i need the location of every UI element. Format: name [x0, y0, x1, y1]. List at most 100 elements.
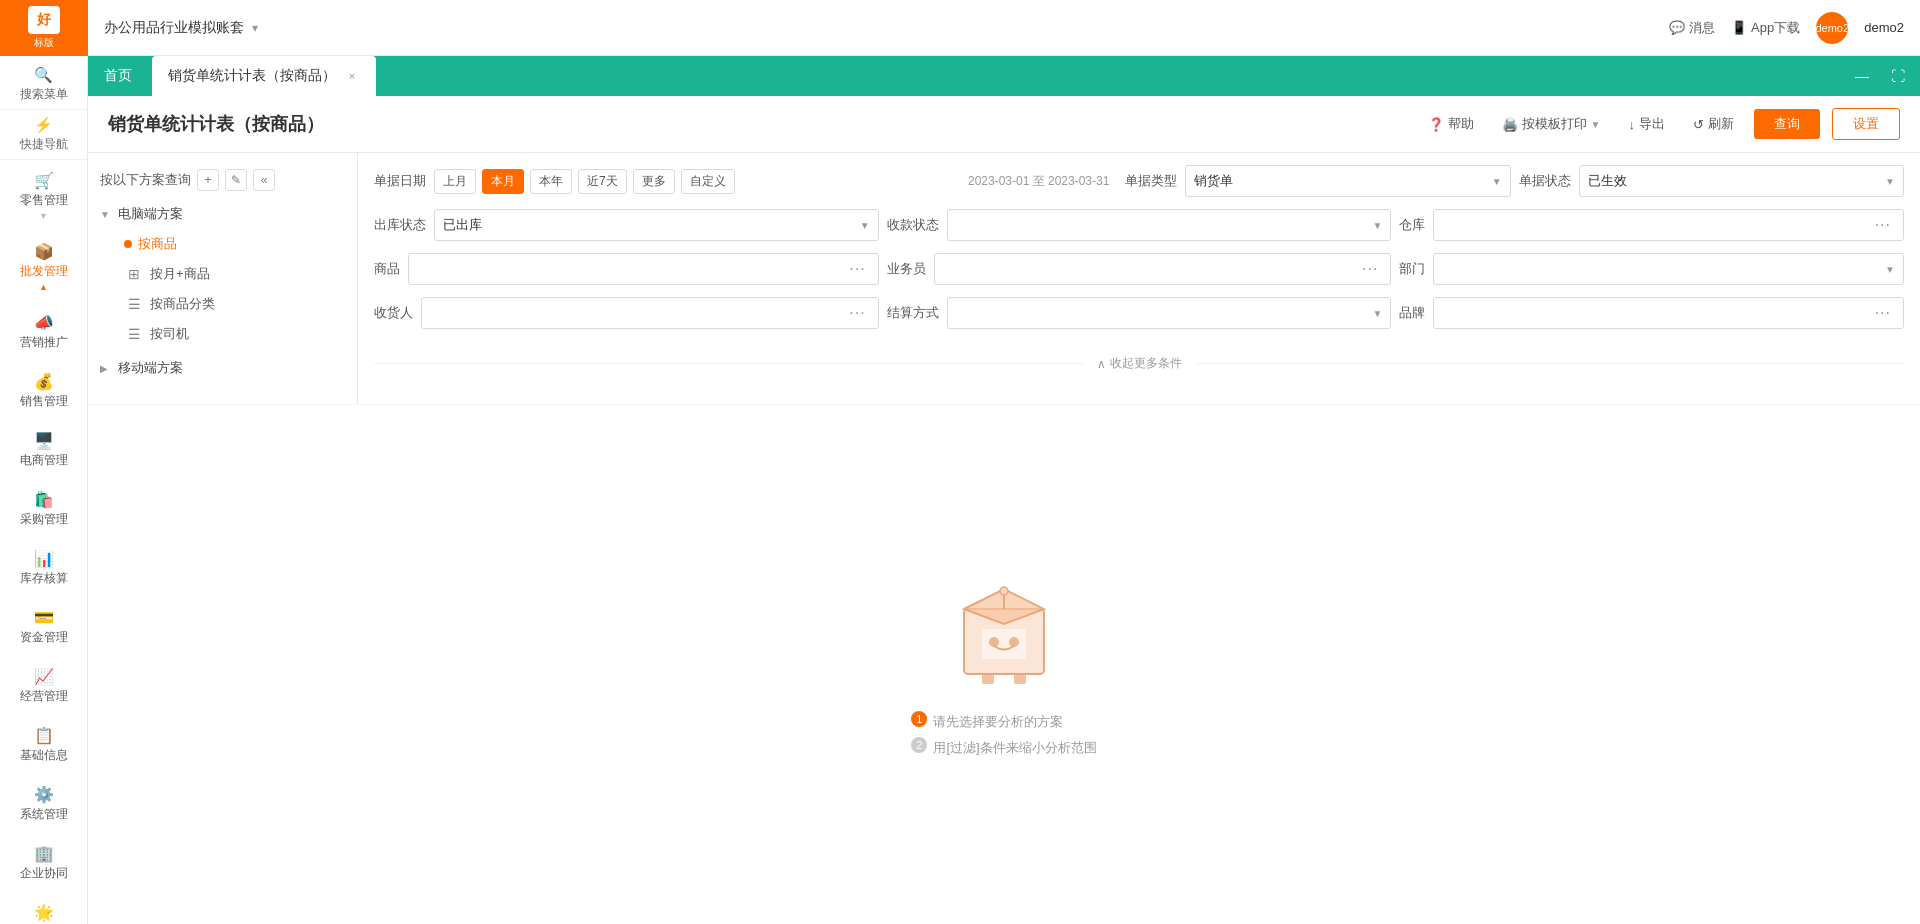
query-button[interactable]: 查询 — [1754, 109, 1820, 139]
filter-field-goods: 商品 ··· — [374, 253, 879, 285]
collapse-filters-button[interactable]: ∧ 收起更多条件 — [1089, 347, 1190, 380]
tree-item-by-goods[interactable]: 按商品 — [104, 229, 357, 259]
tabbar-maximize-button[interactable]: ⛶ — [1884, 62, 1912, 90]
tree-item-by-driver[interactable]: ☰ 按司机 — [104, 319, 357, 349]
date-btn-last-month[interactable]: 上月 — [434, 169, 476, 194]
tree-label-mobile: 移动端方案 — [118, 359, 183, 377]
sidebar-item-ecommerce[interactable]: 🖥️ 电商管理 — [0, 420, 87, 479]
finance-icon: 💳 — [34, 607, 54, 627]
user-avatar[interactable]: demo2 — [1816, 12, 1848, 44]
tree-item-by-month-goods[interactable]: ⊞ 按月+商品 — [104, 259, 357, 289]
receiver-input[interactable] — [430, 306, 845, 321]
sidebar-item-inventory[interactable]: 📊 库存核算 — [0, 538, 87, 597]
sidebar-quicknav[interactable]: ⚡ 快捷导航 — [0, 110, 87, 160]
message-button[interactable]: 💬 消息 — [1669, 19, 1715, 37]
staff-input[interactable] — [943, 262, 1358, 277]
warehouse-input[interactable] — [1442, 218, 1870, 233]
tabbar-minimize-button[interactable]: — — [1848, 62, 1876, 90]
sidebar: 好 标版 🔍 搜索菜单 ⚡ 快捷导航 🛒 零售管理 ▼ 📦 批发管理 ▲ 📣 营… — [0, 0, 88, 924]
help-icon: ❓ — [1428, 117, 1444, 132]
print-dropdown-icon[interactable]: ▼ — [1591, 119, 1601, 130]
receiver-input-wrap[interactable]: ··· — [421, 297, 879, 329]
dept-select[interactable]: ▼ — [1433, 253, 1904, 285]
export-button[interactable]: ↓ 导出 — [1621, 111, 1674, 137]
brand-dots[interactable]: ··· — [1871, 304, 1895, 322]
help-button[interactable]: ❓ 帮助 — [1420, 111, 1482, 137]
page-header: 销货单统计计表（按商品） ❓ 帮助 🖨️ 按模板打印 ▼ ↓ 导出 ↺ 刷新 — [88, 96, 1920, 153]
tab-close-button[interactable]: × — [344, 68, 360, 84]
topbar-left: 办公用品行业模拟账套 ▾ — [104, 19, 258, 37]
goods-input[interactable] — [417, 262, 845, 277]
filter-sidebar: 按以下方案查询 + ✎ « ▼ 电脑端方案 按商品 — [88, 153, 358, 404]
out-status-select[interactable]: 已出库 ▼ — [434, 209, 879, 241]
retail-icon: 🛒 — [34, 170, 54, 190]
brand-input[interactable] — [1442, 306, 1870, 321]
export-icon: ↓ — [1629, 117, 1636, 132]
goods-input-wrap[interactable]: ··· — [408, 253, 879, 285]
sidebar-item-enterprise[interactable]: 🏢 企业协同 — [0, 833, 87, 892]
filter-field-receiver: 收货人 ··· — [374, 297, 879, 329]
tree-item-pc[interactable]: ▼ 电脑端方案 — [88, 199, 357, 229]
filter-field-dept: 部门 ▼ — [1399, 253, 1904, 285]
warehouse-dots[interactable]: ··· — [1871, 216, 1895, 234]
filter-panel: 按以下方案查询 + ✎ « ▼ 电脑端方案 按商品 — [88, 153, 1920, 404]
app-download-button[interactable]: 📱 App下载 — [1731, 19, 1800, 37]
sidebar-search[interactable]: 🔍 搜索菜单 — [0, 56, 87, 110]
date-btn-this-month[interactable]: 本月 — [482, 169, 524, 194]
sidebar-item-system[interactable]: ⚙️ 系统管理 — [0, 774, 87, 833]
staff-label: 业务员 — [887, 260, 926, 278]
sidebar-item-marketing[interactable]: 📣 营销推广 — [0, 302, 87, 361]
sidebar-item-retail[interactable]: 🛒 零售管理 ▼ — [0, 160, 87, 231]
staff-input-wrap[interactable]: ··· — [934, 253, 1392, 285]
tree-label-goods-category: 按商品分类 — [150, 295, 215, 313]
sidebar-item-purchase[interactable]: 🛍️ 采购管理 — [0, 479, 87, 538]
print-button[interactable]: 🖨️ 按模板打印 ▼ — [1494, 111, 1609, 137]
type-select[interactable]: 销货单 ▼ — [1185, 165, 1510, 197]
sidebar-logo[interactable]: 好 标版 — [0, 0, 88, 56]
date-btn-custom[interactable]: 自定义 — [681, 169, 735, 194]
status-select[interactable]: 已生效 ▼ — [1579, 165, 1904, 197]
sidebar-item-operation[interactable]: 📈 经营管理 — [0, 656, 87, 715]
out-status-label: 出库状态 — [374, 216, 426, 234]
tree-item-by-goods-category[interactable]: ☰ 按商品分类 — [104, 289, 357, 319]
date-btn-7days[interactable]: 近7天 — [578, 169, 627, 194]
type-label: 单据类型 — [1125, 172, 1177, 190]
goods-dots[interactable]: ··· — [845, 260, 869, 278]
date-btn-this-year[interactable]: 本年 — [530, 169, 572, 194]
receipt-status-select[interactable]: ▼ — [947, 209, 1392, 241]
enterprise-icon: 🏢 — [34, 843, 54, 863]
sidebar-item-finance[interactable]: 💳 资金管理 — [0, 597, 87, 656]
settings-button[interactable]: 设置 — [1832, 108, 1900, 140]
tab-home[interactable]: 首页 — [88, 56, 148, 96]
add-scheme-button[interactable]: + — [197, 169, 219, 191]
date-btn-more[interactable]: 更多 — [633, 169, 675, 194]
date-range-display: 2023-03-01 至 2023-03-31 — [968, 174, 1109, 188]
sidebar-item-wholesale[interactable]: 📦 批发管理 ▲ — [0, 231, 87, 302]
edit-scheme-button[interactable]: ✎ — [225, 169, 247, 191]
sidebar-item-basicinfo[interactable]: 📋 基础信息 — [0, 715, 87, 774]
tree-item-mobile[interactable]: ▶ 移动端方案 — [88, 353, 357, 383]
tree-section-pc: ▼ 电脑端方案 按商品 ⊞ 按月+商品 ☰ — [88, 199, 357, 353]
grid-icon: ⊞ — [124, 266, 144, 282]
type-value: 销货单 — [1194, 172, 1491, 190]
receiver-dots[interactable]: ··· — [845, 304, 869, 322]
sidebar-item-newguide[interactable]: 🌟 新手引导 — [0, 892, 87, 924]
payment-select[interactable]: ▼ — [947, 297, 1392, 329]
status-arrow: ▼ — [1885, 176, 1895, 187]
divider-left — [374, 363, 1083, 364]
sidebar-item-sales[interactable]: 💰 销售管理 — [0, 361, 87, 420]
tree-sub-pc: 按商品 ⊞ 按月+商品 ☰ 按商品分类 ☰ 按司机 — [88, 229, 357, 349]
ecommerce-icon: 🖥️ — [34, 430, 54, 450]
brand-input-wrap[interactable]: ··· — [1433, 297, 1904, 329]
dept-label: 部门 — [1399, 260, 1425, 278]
basicinfo-icon: 📋 — [34, 725, 54, 745]
collapse-scheme-button[interactable]: « — [253, 169, 275, 191]
tab-sales-stat[interactable]: 销货单统计计表（按商品） × — [152, 56, 376, 96]
refresh-button[interactable]: ↺ 刷新 — [1685, 111, 1742, 137]
refresh-icon: ↺ — [1693, 117, 1704, 132]
topbar-dropdown-icon[interactable]: ▾ — [252, 21, 258, 35]
tabbar-actions: — ⛶ — [1848, 62, 1920, 90]
filter-field-warehouse: 仓库 ··· — [1399, 209, 1904, 241]
staff-dots[interactable]: ··· — [1358, 260, 1382, 278]
warehouse-input-wrap[interactable]: ··· — [1433, 209, 1904, 241]
